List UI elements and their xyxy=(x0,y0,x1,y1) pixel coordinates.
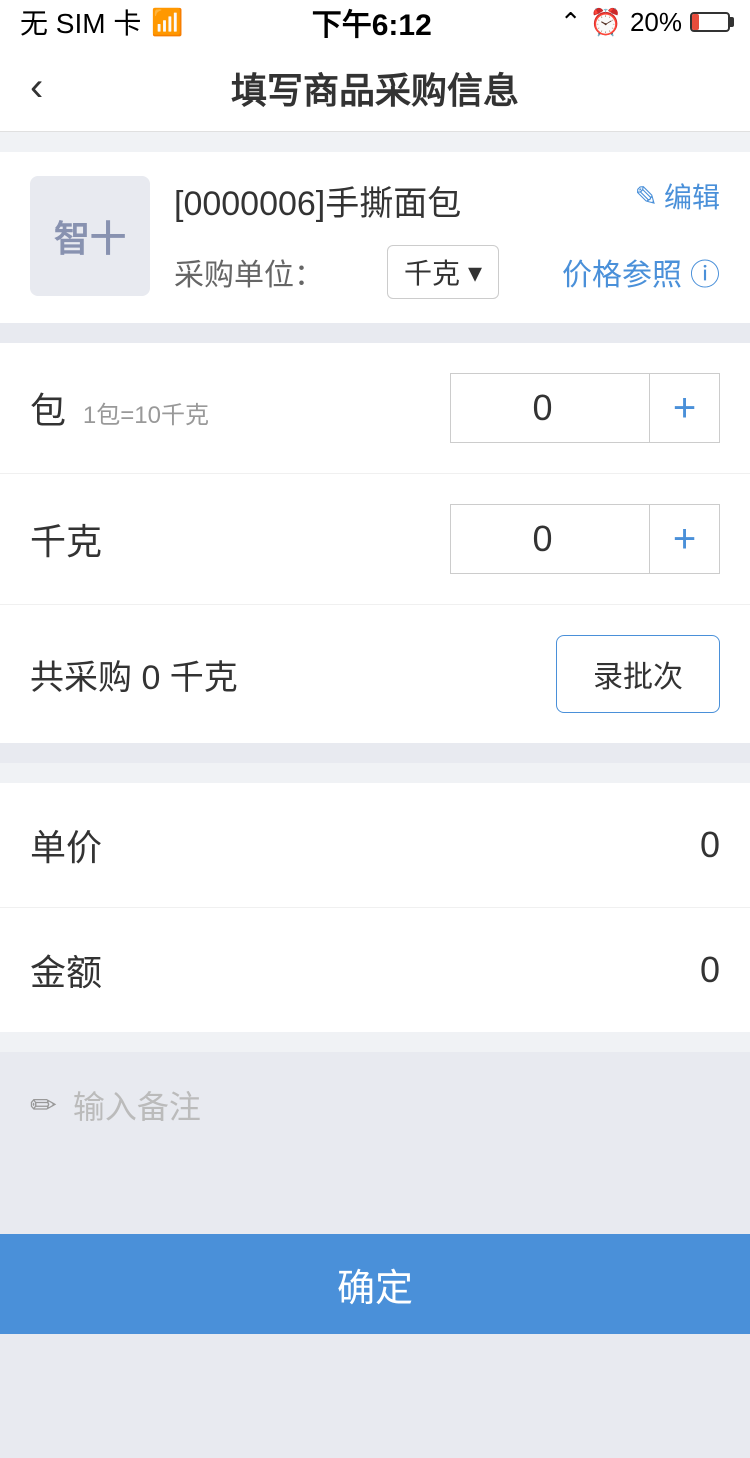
quantity-row-kg: 千克 + xyxy=(0,474,750,605)
edit-icon: ✎ xyxy=(635,180,658,213)
price-unit-label: 单价 xyxy=(30,819,102,871)
product-name: [0000006]手撕面包 xyxy=(174,176,461,225)
price-ref-icon: ⓘ xyxy=(690,250,720,294)
quantity-input-kg[interactable] xyxy=(450,504,650,574)
product-logo: 智十 xyxy=(54,210,126,262)
alarm-icon: ⏰ xyxy=(590,7,622,38)
unit-label: 采购单位： xyxy=(174,250,324,294)
batch-button[interactable]: 录批次 xyxy=(556,635,720,713)
price-row-amount: 金额 0 xyxy=(0,908,750,1032)
divider-2 xyxy=(0,743,750,763)
divider-1 xyxy=(0,323,750,343)
product-card: 智十 [0000006]手撕面包 ✎ 编辑 采购单位： 千克 ▾ 价格参照 ⓘ xyxy=(0,152,750,323)
status-time: 下午6:12 xyxy=(312,0,432,44)
product-name-row: [0000006]手撕面包 ✎ 编辑 xyxy=(174,176,720,225)
edit-label: 编辑 xyxy=(664,176,720,216)
battery-percent: 20% xyxy=(630,7,682,38)
edit-button[interactable]: ✎ 编辑 xyxy=(635,176,720,216)
confirm-button[interactable]: 确定 xyxy=(0,1234,750,1334)
unit-value: 千克 xyxy=(404,252,460,292)
price-section: 单价 0 金额 0 xyxy=(0,783,750,1032)
nav-bar: ‹ 填写商品采购信息 xyxy=(0,44,750,132)
unit-select[interactable]: 千克 ▾ xyxy=(387,245,499,299)
price-row-unit: 单价 0 xyxy=(0,783,750,908)
quantity-plus-kg[interactable]: + xyxy=(650,504,720,574)
location-icon: ⌃ xyxy=(560,7,582,38)
wifi-icon: 📶 xyxy=(151,7,183,38)
quantity-input-group-bao: + xyxy=(450,373,720,443)
status-right: ⌃ ⏰ 20% xyxy=(560,7,730,38)
quantity-input-bao[interactable] xyxy=(450,373,650,443)
note-placeholder: 输入备注 xyxy=(73,1082,201,1128)
total-text: 共采购 0 千克 xyxy=(30,650,238,699)
price-unit-value: 0 xyxy=(700,824,720,866)
back-button[interactable]: ‹ xyxy=(30,65,43,110)
quantity-input-group-kg: + xyxy=(450,504,720,574)
price-amount-label: 金额 xyxy=(30,944,102,996)
quantity-label-bao: 包 1包=10千克 xyxy=(30,382,209,434)
status-left: 无 SIM 卡 📶 xyxy=(20,2,184,42)
sim-label: 无 SIM 卡 xyxy=(20,2,141,42)
price-ref-label: 价格参照 xyxy=(562,250,682,294)
price-amount-value: 0 xyxy=(700,949,720,991)
product-image: 智十 xyxy=(30,176,150,296)
product-info: [0000006]手撕面包 ✎ 编辑 采购单位： 千克 ▾ 价格参照 ⓘ xyxy=(174,176,720,299)
unit-drop-icon: ▾ xyxy=(468,256,482,289)
quantity-label-kg: 千克 xyxy=(30,513,110,565)
total-row: 共采购 0 千克 录批次 xyxy=(0,605,750,743)
status-bar: 无 SIM 卡 📶 下午6:12 ⌃ ⏰ 20% xyxy=(0,0,750,44)
price-ref-button[interactable]: 价格参照 ⓘ xyxy=(562,250,720,294)
page-title: 填写商品采购信息 xyxy=(231,62,519,114)
quantity-plus-bao[interactable]: + xyxy=(650,373,720,443)
battery-icon xyxy=(690,12,730,32)
quantity-row-bao: 包 1包=10千克 + xyxy=(0,343,750,474)
unit-row: 采购单位： 千克 ▾ 价格参照 ⓘ xyxy=(174,245,720,299)
note-icon: ✏ xyxy=(30,1086,57,1124)
note-section[interactable]: ✏ 输入备注 xyxy=(0,1052,750,1158)
quantity-section: 包 1包=10千克 + 千克 + xyxy=(0,343,750,605)
